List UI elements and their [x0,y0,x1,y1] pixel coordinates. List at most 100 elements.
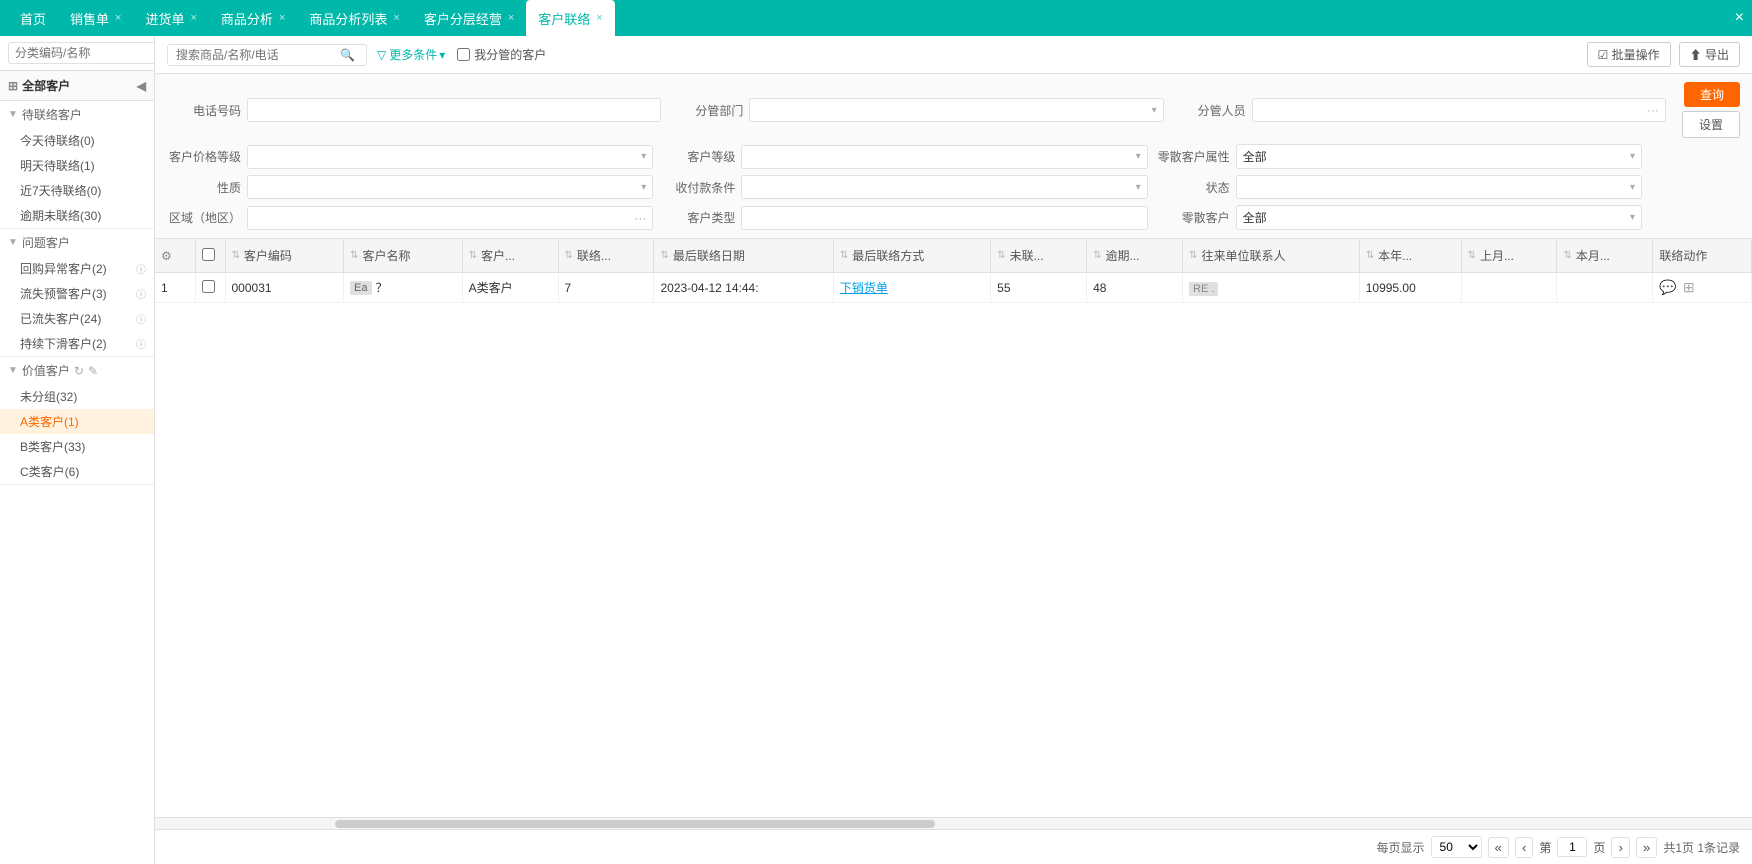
checkbox-icon: ☑ [1598,48,1612,62]
filter-scatter-customer-dropdown[interactable]: 全部 ▾ [1236,205,1642,230]
table-header-row: ⚙ ⇅ 客户编码 ⇅ [155,239,1752,273]
nav-home[interactable]: 首页 [8,0,58,36]
share-action-icon[interactable]: ⊞ [1683,279,1695,296]
horizontal-scrollbar[interactable] [155,817,1752,829]
customer-code: 000031 [232,281,272,295]
sidebar-group-value-title[interactable]: ▼ 价值客户 ↻ ✎ [0,357,154,384]
sidebar-group-pending-title[interactable]: ▼ 待联络客户 [0,101,154,128]
sidebar-item-class-a[interactable]: A类客户(1) [0,409,154,434]
contact-count-value: 7 [565,281,572,295]
table-gear-icon[interactable]: ⚙ [161,249,172,263]
filter-phone-label: 电话号码 [167,102,247,119]
my-customers-checkbox[interactable] [457,48,470,61]
nav-product-list[interactable]: 商品分析列表 × [297,0,411,36]
row-select-checkbox[interactable] [202,280,215,293]
nav-purchase-close[interactable]: × [190,12,196,24]
sidebar-item-overdue[interactable]: 逾期未联络(30) [0,203,154,228]
chat-action-icon[interactable]: 💬 [1659,279,1676,296]
nav-sales-label: 销售单 [70,9,109,28]
filter-customer-type-input[interactable] [741,206,1147,230]
filter-nature-dropdown[interactable]: ▾ [247,175,653,199]
filter-customer-type: 客户类型 [661,206,1147,230]
select-all-checkbox[interactable] [202,248,215,261]
nav-customer-contact-close[interactable]: × [596,12,602,24]
next-page-button[interactable]: › [1611,837,1629,858]
filter-customer-level-dropdown[interactable]: ▾ [741,145,1147,169]
prev-page-button[interactable]: ‹ [1515,837,1533,858]
sidebar-item-class-c[interactable]: C类客户(6) [0,459,154,484]
nav-customer-mgmt-close[interactable]: × [508,12,514,24]
row-code: 000031 [225,273,344,303]
scrollbar-thumb[interactable] [335,820,935,828]
declining-info-icon: ⓘ [136,336,146,351]
filter-payment-dropdown[interactable]: ▾ [741,175,1147,199]
sidebar-group-problem-title[interactable]: ▼ 问题客户 [0,229,154,256]
filter-payment-label: 收付款条件 [661,179,741,196]
filter-scatter-customer-label: 零散客户 [1156,209,1236,226]
sidebar-item-ungrouped[interactable]: 未分组(32) [0,384,154,409]
export-button[interactable]: ⬆ 导出 [1679,42,1740,67]
filter-price-level-dropdown[interactable]: ▾ [247,145,653,169]
nature-arrow: ▾ [641,182,646,193]
value-refresh-icon[interactable]: ↻ [74,364,84,378]
filter-customer-level: 客户等级 ▾ [661,145,1147,169]
sidebar-collapse-icon[interactable]: ◀ [137,79,146,93]
batch-operation-button[interactable]: ☑ 批量操作 [1587,42,1671,67]
row-last-contact-method: 下销货单 [833,273,990,303]
filter-phone-input[interactable] [247,98,661,122]
sidebar-item-class-b[interactable]: B类客户(33) [0,434,154,459]
filter-dept-dropdown[interactable]: ▾ [749,98,1163,122]
close-all-tabs-icon[interactable]: × [1735,9,1744,27]
action-icons-container: 💬 ⊞ [1659,279,1745,296]
first-page-button[interactable]: « [1488,837,1509,858]
row-last-month [1461,273,1557,303]
sidebar-item-churned[interactable]: 已流失客户(24) ⓘ [0,306,154,331]
nav-customer-mgmt[interactable]: 客户分层经营 × [412,0,526,36]
nav-sales[interactable]: 销售单 × [58,0,133,36]
filter-region-input[interactable]: ··· [247,206,653,230]
sidebar-item-declining[interactable]: 持续下滑客户(2) ⓘ [0,331,154,356]
value-edit-icon[interactable]: ✎ [88,364,98,378]
nav-product-analysis-close[interactable]: × [279,12,285,24]
sidebar-header-label: 全部客户 [22,77,70,94]
last-contact-method-link[interactable]: 下销货单 [840,281,888,295]
filter-scatter-attr-dropdown[interactable]: 全部 ▾ [1236,144,1642,169]
filter-search-input[interactable] [176,48,336,62]
7days-label: 近7天待联络(0) [20,182,101,199]
this-year-value: 10995.00 [1366,281,1416,295]
settings-button[interactable]: 设置 [1682,111,1740,138]
nav-product-analysis[interactable]: 商品分析 × [209,0,297,36]
filter-row-1: 电话号码 分管部门 ▾ 分管人员 ··· 查询 设置 [167,82,1740,138]
nav-purchase[interactable]: 进货单 × [133,0,208,36]
row-checkbox [195,273,225,303]
last-page-button[interactable]: » [1636,837,1657,858]
sidebar-item-7days[interactable]: 近7天待联络(0) [0,178,154,203]
sidebar-item-today[interactable]: 今天待联络(0) [0,128,154,153]
filter-phone: 电话号码 [167,98,661,122]
my-customers-checkbox-label[interactable]: 我分管的客户 [457,46,546,63]
page-number-input[interactable] [1557,837,1587,857]
today-label: 今天待联络(0) [20,132,95,149]
nav-customer-contact[interactable]: 客户联络 × [526,0,614,36]
filter-search-icon[interactable]: 🔍 [340,48,355,62]
filter-dept: 分管部门 ▾ [669,98,1163,122]
nav-product-list-close[interactable]: × [393,12,399,24]
query-button[interactable]: 查询 [1684,82,1740,107]
filter-person-input[interactable]: ··· [1252,98,1666,122]
filter-status-dropdown[interactable]: ▾ [1236,175,1642,199]
row-name: Ea ？ [344,273,463,303]
type-sort-icon: ⇅ [469,250,477,261]
per-page-select[interactable]: 50 100 200 [1431,836,1482,858]
sidebar-item-churn-warning[interactable]: 流失预警客户(3) ⓘ [0,281,154,306]
row-type: A类客户 [462,273,558,303]
filter-more-arrow-icon: ▾ [439,48,445,62]
pending-arrow-icon: ▼ [8,109,18,120]
sidebar-search-input[interactable] [8,42,155,64]
sidebar-item-repurchase-abnormal[interactable]: 回购异常客户(2) ⓘ [0,256,154,281]
filter-more-conditions[interactable]: ▽ 更多条件 ▾ [377,46,445,63]
nav-sales-close[interactable]: × [115,12,121,24]
name-sort-icon: ⇅ [350,250,358,261]
filter-row-4: 区域（地区） ··· 客户类型 零散客户 全部 ▾ [167,205,1740,230]
nav-customer-mgmt-label: 客户分层经营 [424,9,502,28]
sidebar-item-tomorrow[interactable]: 明天待联络(1) [0,153,154,178]
